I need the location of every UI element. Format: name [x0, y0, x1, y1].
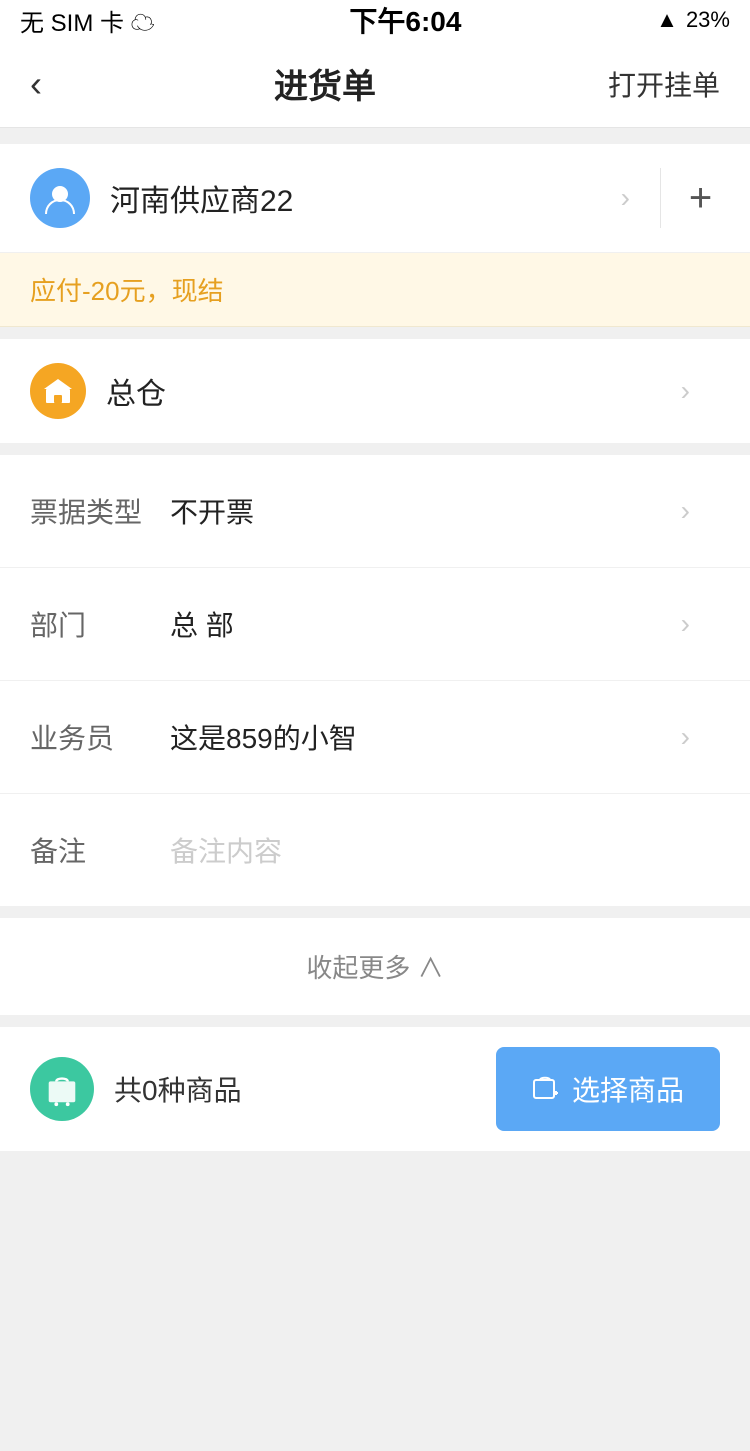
supplier-chevron-icon: › [621, 182, 630, 214]
warehouse-chevron-icon: › [681, 375, 690, 407]
supplier-avatar [30, 168, 90, 228]
battery-percent: 23% [686, 7, 730, 33]
status-left: 无 SIM 卡 ☁ [20, 3, 155, 38]
user-icon [42, 180, 78, 216]
invoice-label: 票据类型 [30, 491, 170, 531]
supplier-name: 河南供应商22 [110, 176, 621, 220]
remark-label: 备注 [30, 830, 170, 870]
salesperson-value: 这是859的小智 [170, 717, 681, 757]
nav-bar: ‹ 进货单 打开挂单 [0, 40, 750, 128]
select-product-icon [532, 1075, 560, 1103]
add-supplier-button[interactable]: + [660, 168, 720, 228]
department-label: 部门 [30, 604, 170, 644]
separator-1 [0, 327, 750, 339]
collapse-label: 收起更多 ∧ [306, 948, 443, 985]
product-count: 共0种商品 [114, 1069, 476, 1109]
invoice-chevron-icon: › [681, 495, 690, 527]
department-chevron-icon: › [681, 608, 690, 640]
collapse-bar[interactable]: 收起更多 ∧ [0, 918, 750, 1015]
warehouse-icon [42, 375, 74, 407]
open-pending-button[interactable]: 打开挂单 [608, 64, 720, 104]
notice-bar: 应付-20元，现结 [0, 253, 750, 327]
salesperson-chevron-icon: › [681, 721, 690, 753]
remark-row[interactable]: 备注 备注内容 [0, 794, 750, 906]
select-product-button[interactable]: 选择商品 [496, 1047, 720, 1131]
notice-text: 应付-20元，现结 [30, 276, 224, 306]
page-background [0, 1151, 750, 1451]
status-bar: 无 SIM 卡 ☁ 下午6:04 ▲ 23% [0, 0, 750, 40]
back-button[interactable]: ‹ [30, 63, 42, 105]
form-section: 票据类型 不开票 › 部门 总 部 › 业务员 这是859的小智 › 备注 备注… [0, 455, 750, 906]
bottom-bar: 共0种商品 选择商品 [0, 1027, 750, 1151]
salesperson-row[interactable]: 业务员 这是859的小智 › [0, 681, 750, 794]
warehouse-icon-bg [30, 363, 86, 419]
department-row[interactable]: 部门 总 部 › [0, 568, 750, 681]
supplier-row[interactable]: 河南供应商22 › + [0, 144, 750, 253]
remark-input[interactable]: 备注内容 [170, 830, 720, 870]
salesperson-label: 业务员 [30, 717, 170, 757]
battery-icon: ▲ [656, 7, 678, 33]
status-right: ▲ 23% [656, 7, 730, 33]
invoice-row[interactable]: 票据类型 不开票 › [0, 455, 750, 568]
page-title: 进货单 [274, 59, 376, 108]
warehouse-name: 总仓 [106, 369, 681, 413]
warehouse-row[interactable]: 总仓 › [0, 339, 750, 443]
invoice-value: 不开票 [170, 491, 681, 531]
signal-text: 无 SIM 卡 ☁ [20, 3, 155, 38]
select-product-label: 选择商品 [572, 1069, 684, 1109]
cart-icon [43, 1070, 81, 1108]
top-divider [0, 128, 750, 144]
status-time: 下午6:04 [349, 0, 461, 40]
department-value: 总 部 [170, 604, 681, 644]
product-icon-bg [30, 1057, 94, 1121]
